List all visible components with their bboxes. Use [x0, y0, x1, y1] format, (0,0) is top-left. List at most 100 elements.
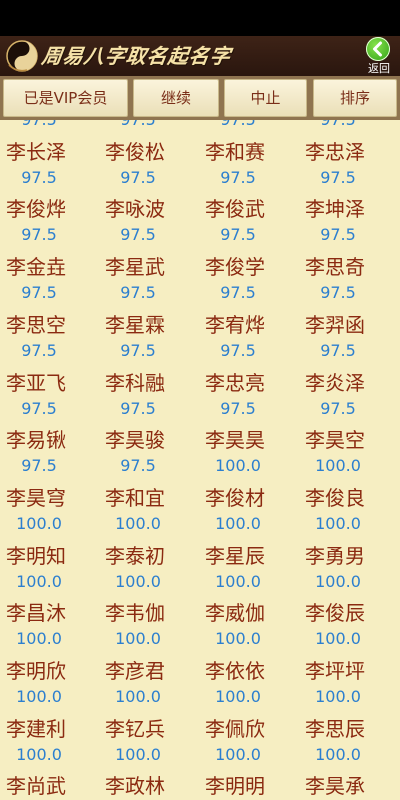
name-item[interactable]: 李建利 100.0: [0, 716, 100, 774]
name-text: 李科融: [105, 370, 165, 395]
name-item[interactable]: 李长泽 97.5: [0, 139, 100, 197]
stop-button[interactable]: 中止: [224, 79, 307, 117]
score-text: 100.0: [315, 629, 361, 649]
name-text: 李宥烨: [205, 312, 265, 337]
score-text: 100.0: [16, 571, 62, 591]
name-item[interactable]: 李俊学 97.5: [199, 254, 299, 312]
name-item[interactable]: 李佩欣 100.0: [199, 716, 299, 774]
name-item[interactable]: 李钇兵 100.0: [99, 716, 199, 774]
name-item[interactable]: 李星武 97.5: [99, 254, 199, 312]
name-item[interactable]: 李思奇 97.5: [299, 254, 399, 312]
name-item[interactable]: 李明欣 100.0: [0, 658, 100, 716]
name-item[interactable]: 李和宜 100.0: [99, 485, 199, 543]
score-text: 97.5: [220, 340, 256, 360]
name-text: 李和宜: [105, 485, 165, 510]
name-item[interactable]: 李尚武: [0, 773, 100, 800]
score-text: 97.5: [120, 225, 156, 245]
name-text: 李昊空: [305, 428, 365, 453]
name-item[interactable]: 李俊材 100.0: [199, 485, 299, 543]
score-text: 100.0: [16, 513, 62, 533]
name-item[interactable]: 李明知 100.0: [0, 543, 100, 601]
score-text: 100.0: [215, 629, 261, 649]
name-text: 李明欣: [6, 659, 66, 683]
name-item[interactable]: 李俊武 97.5: [199, 196, 299, 254]
name-item[interactable]: 李昊空 100.0: [299, 427, 399, 485]
name-text: 李羿函: [305, 312, 365, 337]
name-item[interactable]: 李忠泽 97.5: [299, 139, 399, 197]
name-item[interactable]: 李羿函 97.5: [299, 312, 399, 370]
continue-button[interactable]: 继续: [133, 79, 219, 117]
name-item[interactable]: 李咏波 97.5: [99, 196, 199, 254]
name-text: 李炎泽: [305, 370, 365, 395]
name-item[interactable]: 李坪坪 100.0: [299, 658, 399, 716]
name-text: 李昌沐: [6, 601, 66, 626]
vip-member-button[interactable]: 已是VIP会员: [3, 79, 128, 117]
name-item[interactable]: 李星辰 100.0: [199, 543, 299, 601]
name-item[interactable]: 李昊昊 100.0: [199, 427, 299, 485]
score-text: 97.5: [120, 340, 156, 360]
sort-button[interactable]: 排序: [313, 79, 397, 117]
name-text: 李和赛: [205, 139, 265, 164]
score-text: 100.0: [115, 687, 161, 706]
name-item[interactable]: 李威伽 100.0: [199, 600, 299, 658]
score-text: 97.5: [320, 283, 356, 303]
name-item[interactable]: 李泰初 100.0: [99, 543, 199, 601]
name-item[interactable]: 李俊烨 97.5: [0, 196, 100, 254]
name-item[interactable]: 李金垚 97.5: [0, 254, 100, 312]
name-item[interactable]: 李思辰 100.0: [299, 716, 399, 774]
score-text: 100.0: [215, 513, 261, 533]
name-item[interactable]: 李俊松 97.5: [99, 139, 199, 197]
name-item[interactable]: 李韦伽 100.0: [99, 600, 199, 658]
name-text: 李政林: [105, 774, 165, 799]
score-text: 97.5: [220, 283, 256, 303]
name-item[interactable]: 李宥烨 97.5: [199, 312, 299, 370]
score-text: 97.5: [21, 398, 57, 418]
name-item[interactable]: 李勇男 100.0: [299, 543, 399, 601]
score-text: 97.5: [199, 120, 277, 129]
name-text: 李昊穹: [6, 485, 66, 510]
score-text: 100.0: [315, 687, 361, 706]
name-item[interactable]: 李俊辰 100.0: [299, 600, 399, 658]
back-button[interactable]: 返回: [360, 36, 400, 76]
score-text: 100.0: [115, 513, 161, 533]
name-item[interactable]: 李科融 97.5: [99, 370, 199, 428]
name-item[interactable]: 97.5: [299, 120, 399, 139]
name-item[interactable]: 李炎泽 97.5: [299, 370, 399, 428]
back-arrow-icon: [366, 37, 390, 61]
name-item[interactable]: 李昊承: [299, 773, 399, 800]
name-item[interactable]: 97.5: [199, 120, 299, 139]
status-bar: [0, 0, 400, 36]
name-item[interactable]: 李亚飞 97.5: [0, 370, 100, 428]
name-item[interactable]: 李昊穹 100.0: [0, 485, 100, 543]
name-text: 李明明: [205, 774, 265, 799]
name-item[interactable]: 李思空 97.5: [0, 312, 100, 370]
score-text: 97.5: [320, 225, 356, 245]
name-text: 李钇兵: [105, 716, 165, 741]
name-text: 李俊松: [105, 139, 165, 164]
name-text: 李俊学: [205, 255, 265, 280]
name-item[interactable]: 李坤泽 97.5: [299, 196, 399, 254]
name-item[interactable]: 李俊良 100.0: [299, 485, 399, 543]
name-item[interactable]: 李昌沐 100.0: [0, 600, 100, 658]
name-text: 李咏波: [105, 197, 165, 222]
name-item[interactable]: 李政林: [99, 773, 199, 800]
name-text: 李星武: [105, 255, 165, 280]
name-text: 李威伽: [205, 601, 265, 626]
name-item[interactable]: 李易锹 97.5: [0, 427, 100, 485]
name-text: 李彦君: [105, 659, 165, 683]
name-item[interactable]: 李昊骏 97.5: [99, 427, 199, 485]
score-text: 100.0: [315, 513, 361, 533]
score-text: 100.0: [115, 744, 161, 764]
name-item[interactable]: 97.5: [0, 120, 100, 139]
name-item[interactable]: 李星霖 97.5: [99, 312, 199, 370]
name-item[interactable]: 李彦君 100.0: [99, 658, 199, 716]
score-text: 97.5: [120, 283, 156, 303]
name-item[interactable]: 97.5: [99, 120, 199, 139]
name-item[interactable]: 李依依 100.0: [199, 658, 299, 716]
score-text: 100.0: [16, 629, 62, 649]
name-item[interactable]: 李和赛 97.5: [199, 139, 299, 197]
name-item[interactable]: 李忠亮 97.5: [199, 370, 299, 428]
name-text: 李昊承: [305, 774, 365, 799]
score-text: 100.0: [315, 456, 361, 476]
name-item[interactable]: 李明明: [199, 773, 299, 800]
